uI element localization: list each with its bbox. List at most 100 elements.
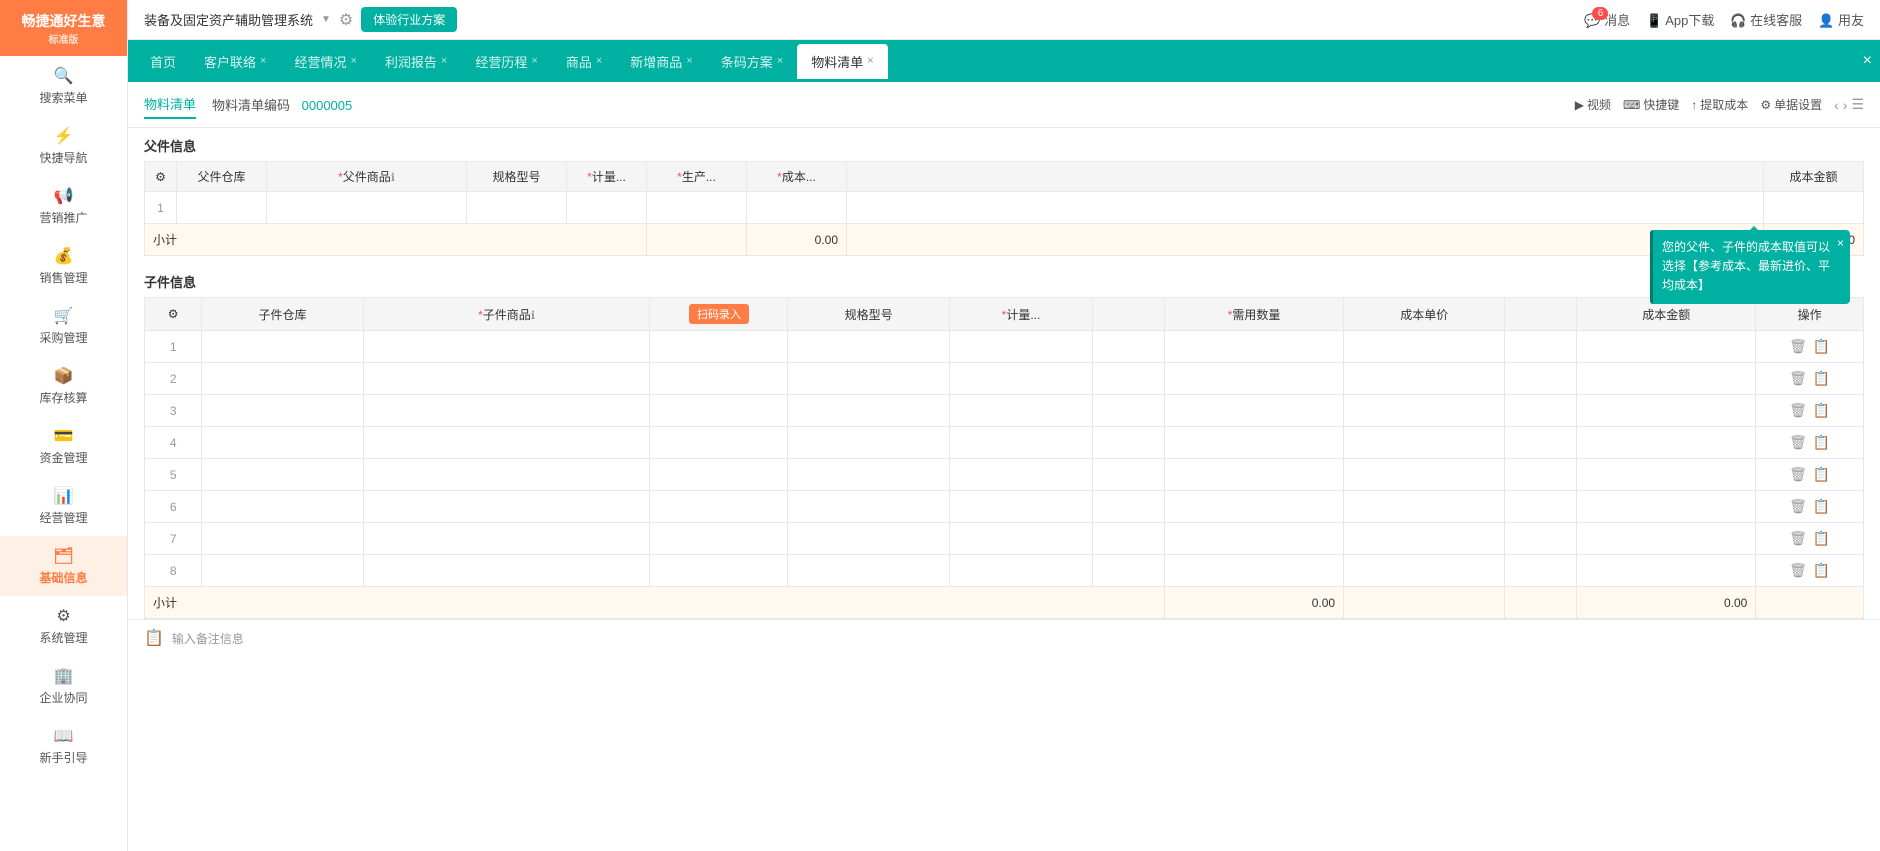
child-row-2-qty[interactable] xyxy=(1164,363,1343,395)
copy-icon-4[interactable]: 📋 xyxy=(1813,434,1830,451)
parent-row-production[interactable] xyxy=(647,192,747,224)
user-btn[interactable]: 👤 用友 xyxy=(1818,10,1864,29)
trial-button[interactable]: 体验行业方案 xyxy=(361,7,457,32)
child-row-3-qty[interactable] xyxy=(1164,395,1343,427)
child-row-8-qty[interactable] xyxy=(1164,555,1343,587)
child-row-4-unit[interactable] xyxy=(949,427,1092,459)
message-btn[interactable]: 💬 6 消息 xyxy=(1584,10,1630,29)
child-row-3-unit-cost[interactable] xyxy=(1344,395,1505,427)
tab-new-product-close[interactable]: × xyxy=(686,55,692,67)
copy-icon-6[interactable]: 📋 xyxy=(1813,498,1830,515)
sub-tab-bom-list[interactable]: 物料清单 xyxy=(144,90,196,119)
th-gear-child[interactable]: ⚙ xyxy=(145,298,202,331)
delete-icon-2[interactable]: 🗑 xyxy=(1789,370,1807,387)
action-video[interactable]: ▶ 视频 xyxy=(1575,96,1611,113)
sidebar-item-inventory[interactable]: 📦 库存核算 xyxy=(0,356,127,416)
app-download-btn[interactable]: 📱 App下载 xyxy=(1646,10,1714,29)
child-row-5-spec[interactable] xyxy=(788,459,949,491)
delete-icon-1[interactable]: 🗑 xyxy=(1789,338,1807,355)
sidebar-item-quicknav[interactable]: ⚡ 快捷导航 xyxy=(0,116,127,176)
child-row-8-product[interactable] xyxy=(363,555,650,587)
sidebar-item-basic-info[interactable]: 🗂 基础信息 xyxy=(0,536,127,596)
tab-operations[interactable]: 经营情况 × xyxy=(280,44,370,79)
sidebar-item-finance[interactable]: 💳 资金管理 xyxy=(0,416,127,476)
child-row-6-unit-cost[interactable] xyxy=(1344,491,1505,523)
child-row-1-warehouse[interactable] xyxy=(202,331,363,363)
delete-icon-6[interactable]: 🗑 xyxy=(1789,498,1807,515)
th-gear-parent[interactable]: ⚙ xyxy=(145,162,177,192)
child-row-7-qty[interactable] xyxy=(1164,523,1343,555)
copy-icon-7[interactable]: 📋 xyxy=(1813,530,1830,547)
child-row-1-unit-cost[interactable] xyxy=(1344,331,1505,363)
arrow-right[interactable]: › xyxy=(1843,97,1848,113)
parent-row-product[interactable] xyxy=(267,192,467,224)
child-row-5-warehouse[interactable] xyxy=(202,459,363,491)
child-row-6-warehouse[interactable] xyxy=(202,491,363,523)
remark-placeholder[interactable]: 输入备注信息 xyxy=(172,630,244,647)
tab-bom[interactable]: 物料清单 × xyxy=(797,44,887,79)
delete-icon-5[interactable]: 🗑 xyxy=(1789,466,1807,483)
child-row-8-unit-cost[interactable] xyxy=(1344,555,1505,587)
tab-history-close[interactable]: × xyxy=(531,55,537,67)
child-row-7-product[interactable] xyxy=(363,523,650,555)
sidebar-item-sales[interactable]: 💰 销售管理 xyxy=(0,236,127,296)
child-row-7-unit-cost[interactable] xyxy=(1344,523,1505,555)
child-row-4-warehouse[interactable] xyxy=(202,427,363,459)
child-row-5-unit[interactable] xyxy=(949,459,1092,491)
tab-profit[interactable]: 利润报告 × xyxy=(371,44,461,79)
child-row-7-unit[interactable] xyxy=(949,523,1092,555)
sidebar-item-operations[interactable]: 📊 经营管理 xyxy=(0,476,127,536)
child-row-8-spec[interactable] xyxy=(788,555,949,587)
child-row-3-unit[interactable] xyxy=(949,395,1092,427)
tab-barcode-close[interactable]: × xyxy=(777,55,783,67)
child-row-5-product[interactable] xyxy=(363,459,650,491)
child-row-2-unit-cost[interactable] xyxy=(1344,363,1505,395)
child-row-1-unit[interactable] xyxy=(949,331,1092,363)
copy-icon-8[interactable]: 📋 xyxy=(1813,562,1830,579)
system-dropdown-icon[interactable]: ▼ xyxy=(321,14,331,25)
tab-barcode[interactable]: 条码方案 × xyxy=(707,44,797,79)
delete-icon-3[interactable]: 🗑 xyxy=(1789,402,1807,419)
parent-row-spec[interactable] xyxy=(467,192,567,224)
child-row-4-unit-cost[interactable] xyxy=(1344,427,1505,459)
child-row-1-product[interactable] xyxy=(363,331,650,363)
tab-customers-close[interactable]: × xyxy=(260,55,266,67)
child-row-2-warehouse[interactable] xyxy=(202,363,363,395)
sub-tab-bom-code[interactable]: 物料清单编码 0000005 xyxy=(212,91,352,118)
parent-row-warehouse[interactable] xyxy=(177,192,267,224)
settings-icon[interactable]: ⚙ xyxy=(339,10,353,30)
parent-row-cost[interactable] xyxy=(747,192,847,224)
tab-products-close[interactable]: × xyxy=(596,55,602,67)
child-row-8-unit[interactable] xyxy=(949,555,1092,587)
child-row-2-product[interactable] xyxy=(363,363,650,395)
tab-history[interactable]: 经营历程 × xyxy=(461,44,551,79)
copy-icon-2[interactable]: 📋 xyxy=(1813,370,1830,387)
tab-products[interactable]: 商品 × xyxy=(552,44,616,79)
child-row-7-warehouse[interactable] xyxy=(202,523,363,555)
child-row-3-warehouse[interactable] xyxy=(202,395,363,427)
copy-icon-3[interactable]: 📋 xyxy=(1813,402,1830,419)
child-row-8-warehouse[interactable] xyxy=(202,555,363,587)
action-doc-settings[interactable]: ⚙ 单据设置 xyxy=(1760,96,1822,113)
child-row-3-spec[interactable] xyxy=(788,395,949,427)
copy-icon-5[interactable]: 📋 xyxy=(1813,466,1830,483)
delete-icon-8[interactable]: 🗑 xyxy=(1789,562,1807,579)
tab-profit-close[interactable]: × xyxy=(441,55,447,67)
sidebar-item-marketing[interactable]: 📢 营销推广 xyxy=(0,176,127,236)
sidebar-item-system[interactable]: ⚙ 系统管理 xyxy=(0,596,127,656)
delete-icon-4[interactable]: 🗑 xyxy=(1789,434,1807,451)
sidebar-item-purchase[interactable]: 🛒 采购管理 xyxy=(0,296,127,356)
tab-operations-close[interactable]: × xyxy=(350,55,356,67)
child-row-7-spec[interactable] xyxy=(788,523,949,555)
sidebar-item-enterprise[interactable]: 🏢 企业协同 xyxy=(0,656,127,716)
child-row-2-spec[interactable] xyxy=(788,363,949,395)
child-row-4-product[interactable] xyxy=(363,427,650,459)
child-row-4-qty[interactable] xyxy=(1164,427,1343,459)
grid-view-icon[interactable]: ☰ xyxy=(1851,96,1864,113)
sidebar-item-search[interactable]: 🔍 搜索菜单 xyxy=(0,56,127,116)
child-row-2-unit[interactable] xyxy=(949,363,1092,395)
child-row-5-qty[interactable] xyxy=(1164,459,1343,491)
scan-button[interactable]: 扫码录入 xyxy=(689,304,749,324)
tab-customers[interactable]: 客户联络 × xyxy=(190,44,280,79)
tab-home[interactable]: 首页 xyxy=(136,44,190,79)
